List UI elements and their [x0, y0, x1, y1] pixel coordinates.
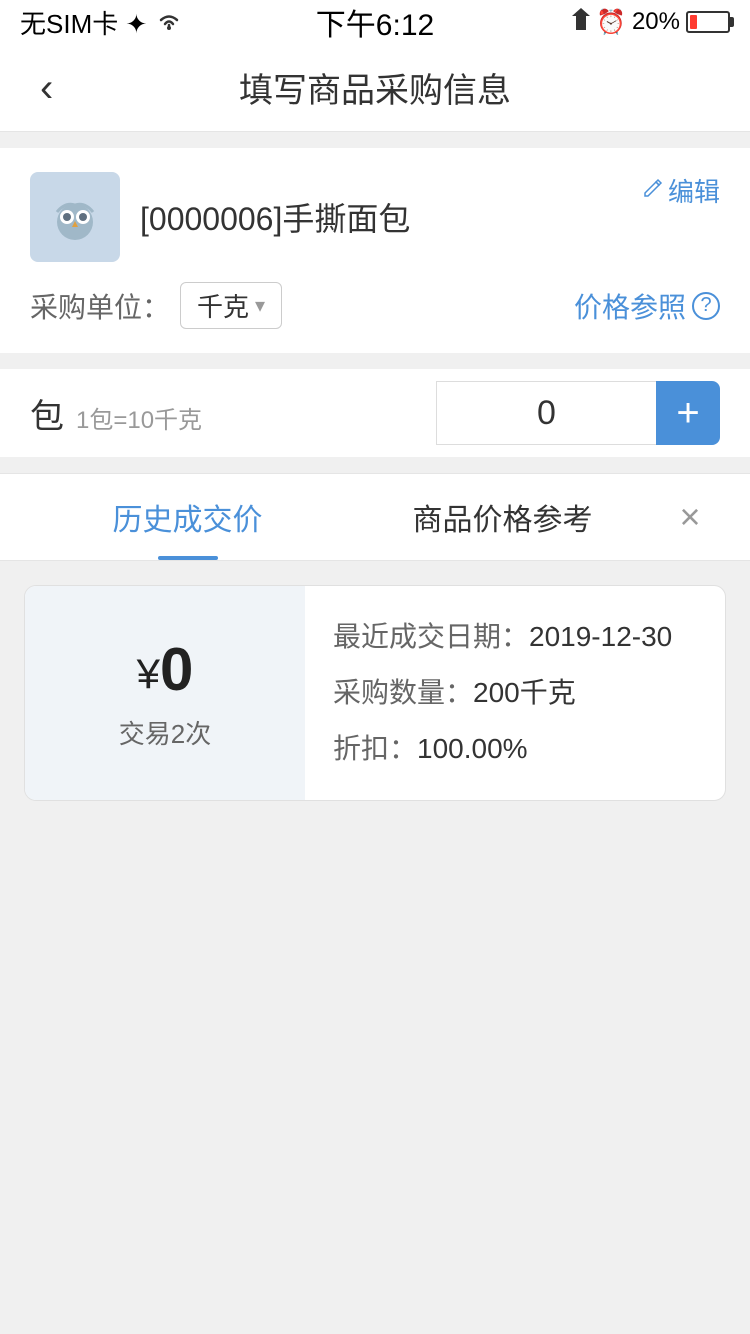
product-left: [0000006]手撕面包: [30, 172, 410, 262]
recent-date-label: 最近成交日期：: [333, 621, 529, 652]
price-ref-label: 价格参照: [574, 286, 686, 326]
currency-symbol: ¥: [137, 650, 160, 697]
trade-count: 交易2次: [119, 714, 211, 751]
status-right: ⏰ 20%: [572, 8, 730, 37]
question-icon: ?: [692, 292, 720, 320]
unit-label: 采购单位：: [30, 286, 170, 326]
page-title: 填写商品采购信息: [239, 63, 511, 112]
purchase-qty-row: 采购数量：200千克: [333, 672, 697, 714]
status-bar: 无SIM卡 ✦ 下午6:12 ⏰ 20%: [0, 0, 750, 44]
unit-value: 千克: [197, 287, 249, 324]
quantity-plus-button[interactable]: +: [656, 381, 720, 445]
close-icon: ×: [679, 496, 700, 538]
discount-label: 折扣：: [333, 733, 417, 764]
tab-price-reference[interactable]: 商品价格参考: [345, 474, 660, 560]
price-card-right: 最近成交日期：2019-12-30 采购数量：200千克 折扣：100.00%: [305, 586, 725, 800]
chevron-down-icon: ▾: [255, 293, 265, 318]
back-button[interactable]: ‹: [30, 58, 63, 118]
status-left: 无SIM卡 ✦: [20, 4, 183, 41]
product-name: [0000006]手撕面包: [140, 194, 410, 240]
quantity-input[interactable]: 0: [436, 381, 656, 445]
battery-icon: [686, 8, 730, 36]
package-unit-name: 包: [30, 389, 64, 438]
status-time: 下午6:12: [316, 0, 434, 44]
price-card-left: ¥0 交易2次: [25, 586, 305, 800]
quantity-row: 包 1包=10千克 0 +: [0, 369, 750, 457]
discount-row: 折扣：100.00%: [333, 728, 697, 770]
price-display: ¥0: [137, 635, 194, 704]
product-card: [0000006]手撕面包 编辑 采购单位： 千克 ▾ 价格参照 ?: [0, 148, 750, 353]
product-unit-row: 采购单位： 千克 ▾ 价格参照 ?: [30, 282, 720, 329]
price-value: 0: [160, 636, 193, 703]
purchase-qty-value: 200千克: [473, 677, 576, 708]
main-content: 历史成交价 商品价格参考 × ¥0 交易2次 最近成交日期：2019-12-30…: [0, 473, 750, 1273]
tab-history-price-label: 历史成交价: [113, 495, 263, 539]
recent-date-value: 2019-12-30: [529, 621, 672, 652]
tab-history-price[interactable]: 历史成交价: [30, 474, 345, 560]
carrier-text: 无SIM卡 ✦: [20, 4, 147, 41]
product-header: [0000006]手撕面包 编辑: [30, 172, 720, 262]
product-thumbnail: [45, 187, 105, 247]
unit-select[interactable]: 千克 ▾: [180, 282, 282, 329]
package-unit-info: 1包=10千克: [76, 400, 202, 435]
location-icon: [572, 8, 590, 37]
discount-value: 100.00%: [417, 733, 528, 764]
recent-date-row: 最近成交日期：2019-12-30: [333, 616, 697, 658]
price-card: ¥0 交易2次 最近成交日期：2019-12-30 采购数量：200千克 折扣：…: [24, 585, 726, 801]
tab-bar: 历史成交价 商品价格参考 ×: [0, 473, 750, 561]
tab-close-button[interactable]: ×: [660, 487, 720, 547]
edit-icon: [642, 175, 664, 206]
section-divider: [0, 353, 750, 369]
edit-button[interactable]: 编辑: [642, 172, 720, 209]
battery-percentage: 20%: [632, 8, 680, 36]
tab-active-indicator: [158, 556, 218, 560]
wifi-icon: [155, 7, 183, 38]
product-image: [30, 172, 120, 262]
nav-bar: ‹ 填写商品采购信息: [0, 44, 750, 132]
purchase-qty-label: 采购数量：: [333, 677, 473, 708]
quantity-controls: 0 +: [436, 381, 720, 445]
unit-left: 采购单位： 千克 ▾: [30, 282, 282, 329]
price-ref-button[interactable]: 价格参照 ?: [574, 286, 720, 326]
tab-price-reference-label: 商品价格参考: [413, 495, 593, 539]
edit-label: 编辑: [668, 172, 720, 209]
quantity-label: 包 1包=10千克: [30, 389, 202, 438]
alarm-icon: ⏰: [596, 8, 626, 37]
